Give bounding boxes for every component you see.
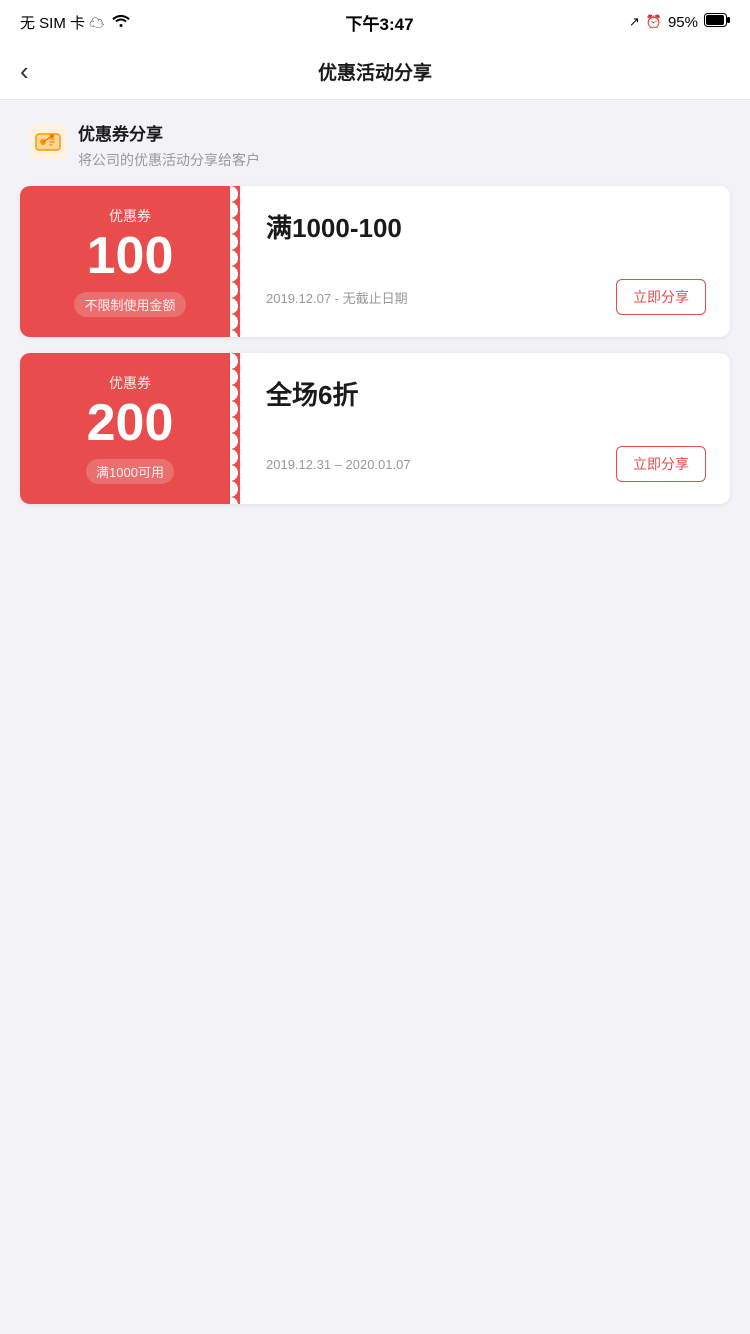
coupon-footer-2: 2019.12.31 – 2020.01.07 立即分享 <box>266 446 706 482</box>
coupon-left-2: 优惠券 200 满1000可用 <box>20 353 240 504</box>
status-left: 无 SIM 卡 ☁ <box>20 12 130 33</box>
coupon-right-1: 满1000-100 2019.12.07 - 无截止日期 立即分享 <box>242 186 730 337</box>
nav-bar: ‹ 优惠活动分享 <box>0 44 750 100</box>
section-text: 优惠券分享 将公司的优惠活动分享给客户 <box>78 124 260 170</box>
alarm-icon: ⏰ <box>646 14 662 30</box>
sim-label: 无 SIM 卡 ☁ <box>20 12 104 33</box>
status-bar: 无 SIM 卡 ☁ 下午3:47 ↗ ⏰ 95% <box>0 0 750 44</box>
coupon-date-1: 2019.12.07 - 无截止日期 <box>266 288 604 307</box>
coupon-label-1: 优惠券 <box>109 206 151 226</box>
coupon-right-2: 全场6折 2019.12.31 – 2020.01.07 立即分享 <box>242 353 730 504</box>
coupon-condition-2: 满1000可用 <box>86 459 174 484</box>
status-time: 下午3:47 <box>346 10 414 35</box>
coupon-name-2: 全场6折 <box>266 375 706 412</box>
coupon-list: 优惠券 100 不限制使用金额 满1000-100 2019.12.07 - 无… <box>0 186 750 550</box>
coupon-condition-1: 不限制使用金额 <box>74 292 185 317</box>
page-title: 优惠活动分享 <box>318 58 432 85</box>
section-subtitle: 将公司的优惠活动分享给客户 <box>78 150 260 170</box>
battery-label: 95% <box>668 14 698 31</box>
coupon-amount-1: 100 <box>87 230 174 282</box>
coupon-label-2: 优惠券 <box>109 373 151 393</box>
share-button-1[interactable]: 立即分享 <box>616 279 706 315</box>
location-icon: ↗ <box>629 14 640 30</box>
section-title: 优惠券分享 <box>78 124 260 146</box>
coupon-footer-1: 2019.12.07 - 无截止日期 立即分享 <box>266 279 706 315</box>
status-right: ↗ ⏰ 95% <box>629 13 730 31</box>
coupon-date-2: 2019.12.31 – 2020.01.07 <box>266 457 604 472</box>
coupon-card-2: 优惠券 200 满1000可用 全场6折 2019.12.31 – 2020.0… <box>20 353 730 504</box>
coupon-left-1: 优惠券 100 不限制使用金额 <box>20 186 240 337</box>
coupon-card-1: 优惠券 100 不限制使用金额 满1000-100 2019.12.07 - 无… <box>20 186 730 337</box>
back-button[interactable]: ‹ <box>20 56 29 87</box>
page-background <box>0 550 750 1050</box>
coupon-amount-2: 200 <box>87 397 174 449</box>
battery-icon <box>704 13 730 31</box>
wifi-icon <box>112 13 130 31</box>
share-button-2[interactable]: 立即分享 <box>616 446 706 482</box>
section-header: 优惠券分享 将公司的优惠活动分享给客户 <box>0 100 750 186</box>
back-icon: ‹ <box>20 56 29 86</box>
coupon-name-1: 满1000-100 <box>266 208 706 245</box>
coupon-share-icon <box>30 124 66 160</box>
